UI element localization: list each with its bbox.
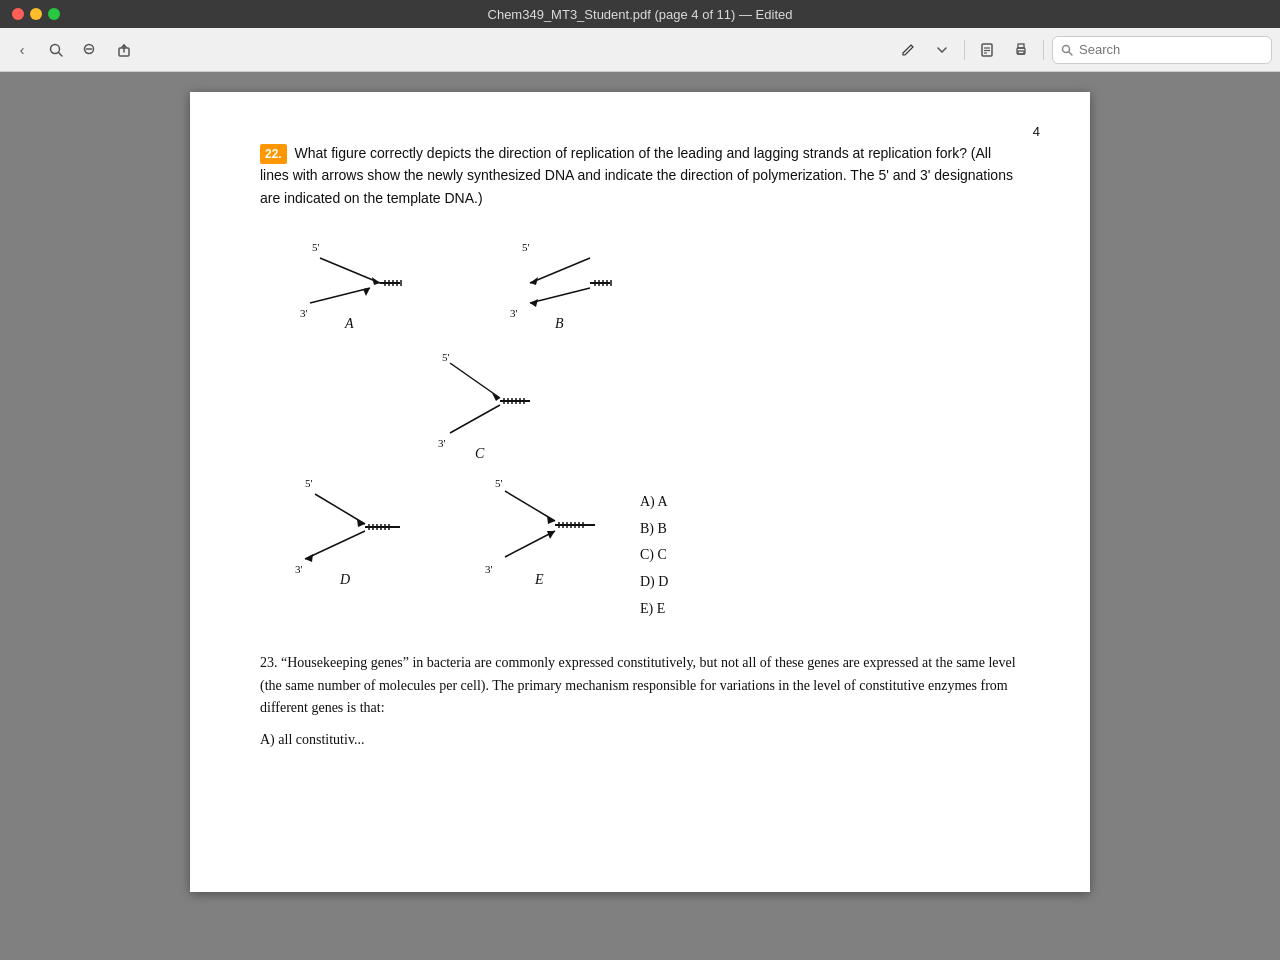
svg-marker-30 [530,277,538,285]
answers-block: A) A B) B C) C D) D E) E [640,489,668,622]
svg-text:3': 3' [510,307,518,319]
page-icon [980,43,994,57]
svg-text:B: B [555,316,564,331]
svg-marker-38 [530,299,538,307]
svg-text:C: C [475,446,485,461]
diagram-de-container: 5' 3' [290,469,620,595]
toolbar: ‹ [0,28,1280,72]
titlebar: Chem349_MT3_Student.pdf (page 4 of 11) —… [0,0,1280,28]
diagram-c-svg: 5' 3' C [420,343,550,463]
svg-text:A: A [344,316,354,331]
answer-c: C) C [640,542,668,569]
search-icon [49,43,63,57]
document-area: 4 22. What figure correctly depicts the … [0,72,1280,960]
svg-line-42 [450,363,500,398]
search-box[interactable] [1052,36,1272,64]
svg-marker-17 [372,277,380,285]
pencil-icon [901,43,915,57]
svg-text:5': 5' [522,241,530,253]
question-23-number: 23. [260,655,278,670]
toolbar-separator [964,40,965,60]
window-controls [12,8,60,20]
question-22-number: 22. [260,144,287,164]
diagram-b-svg: 5' 3' B [500,233,630,343]
diagram-a: 5' 3' A [290,233,420,343]
svg-line-14 [1069,52,1072,55]
minimize-button[interactable] [30,8,42,20]
svg-text:5': 5' [442,351,450,363]
print-button[interactable] [1007,36,1035,64]
svg-text:3': 3' [300,307,308,319]
search-input[interactable] [1079,42,1263,57]
close-button[interactable] [12,8,24,20]
svg-line-79 [505,531,555,557]
diagram-row-ab: 5' 3' A [290,233,1020,343]
page-number: 4 [1033,122,1040,142]
chevron-down-icon [937,47,947,53]
svg-line-24 [310,288,370,303]
svg-line-29 [530,258,590,283]
svg-text:5': 5' [312,241,320,253]
share-icon [117,43,131,57]
question-22-text: 22. What figure correctly depicts the di… [260,142,1020,209]
question-22-body: What figure correctly depicts the direct… [260,145,1013,206]
svg-point-13 [1063,45,1070,52]
svg-text:D: D [339,572,350,587]
svg-line-37 [530,288,590,303]
svg-text:3': 3' [295,563,303,575]
maximize-button[interactable] [48,8,60,20]
toolbar-left: ‹ [8,36,138,64]
svg-line-16 [320,258,380,283]
zoom-out-button[interactable] [76,36,104,64]
question-23-text: 23. “Housekeeping genes” in bacteria are… [260,652,1020,719]
svg-text:5': 5' [305,477,313,489]
svg-text:5': 5' [495,477,503,489]
back-button[interactable]: ‹ [8,36,36,64]
answer-a: A) A [640,489,668,516]
svg-rect-12 [1018,51,1024,54]
diagram-b: 5' 3' B [500,233,630,343]
svg-text:3': 3' [485,563,493,575]
printer-icon [1014,43,1028,57]
question-23: 23. “Housekeeping genes” in bacteria are… [260,652,1020,750]
window-title: Chem349_MT3_Student.pdf (page 4 of 11) —… [488,7,793,22]
search-icon-toolbar [1061,44,1073,56]
answer-b: B) B [640,516,668,543]
answer-e: E) E [640,596,668,623]
search-button-left[interactable] [42,36,70,64]
svg-marker-25 [363,288,370,296]
toolbar-center [894,36,1272,64]
svg-text:3': 3' [438,437,446,449]
svg-line-64 [305,531,365,559]
svg-line-1 [59,52,63,56]
page-button[interactable] [973,36,1001,64]
diagram-d: 5' 3' [290,469,420,595]
diagram-e: 5' [480,469,620,595]
svg-rect-11 [1018,44,1024,48]
pdf-page: 4 22. What figure correctly depicts the … [190,92,1090,892]
share-button[interactable] [110,36,138,64]
diagram-e-svg: 5' [480,469,620,589]
diagram-d-svg: 5' 3' [290,469,420,589]
diagram-a-svg: 5' 3' A [290,233,420,343]
dropdown-button[interactable] [928,36,956,64]
question-22: 22. What figure correctly depicts the di… [260,142,1020,209]
toolbar-separator-2 [1043,40,1044,60]
diagram-c-container: 5' 3' C [420,343,1020,469]
answer-d: D) D [640,569,668,596]
question-23-body: “Housekeeping genes” in bacteria are com… [260,655,1016,715]
svg-text:E: E [534,572,544,587]
annotate-button[interactable] [894,36,922,64]
svg-line-51 [450,405,500,433]
zoom-out-icon [83,43,97,57]
question-23-answer-a: A) all constitutiv... [260,729,1020,750]
bottom-section: 5' 3' [260,469,1020,622]
